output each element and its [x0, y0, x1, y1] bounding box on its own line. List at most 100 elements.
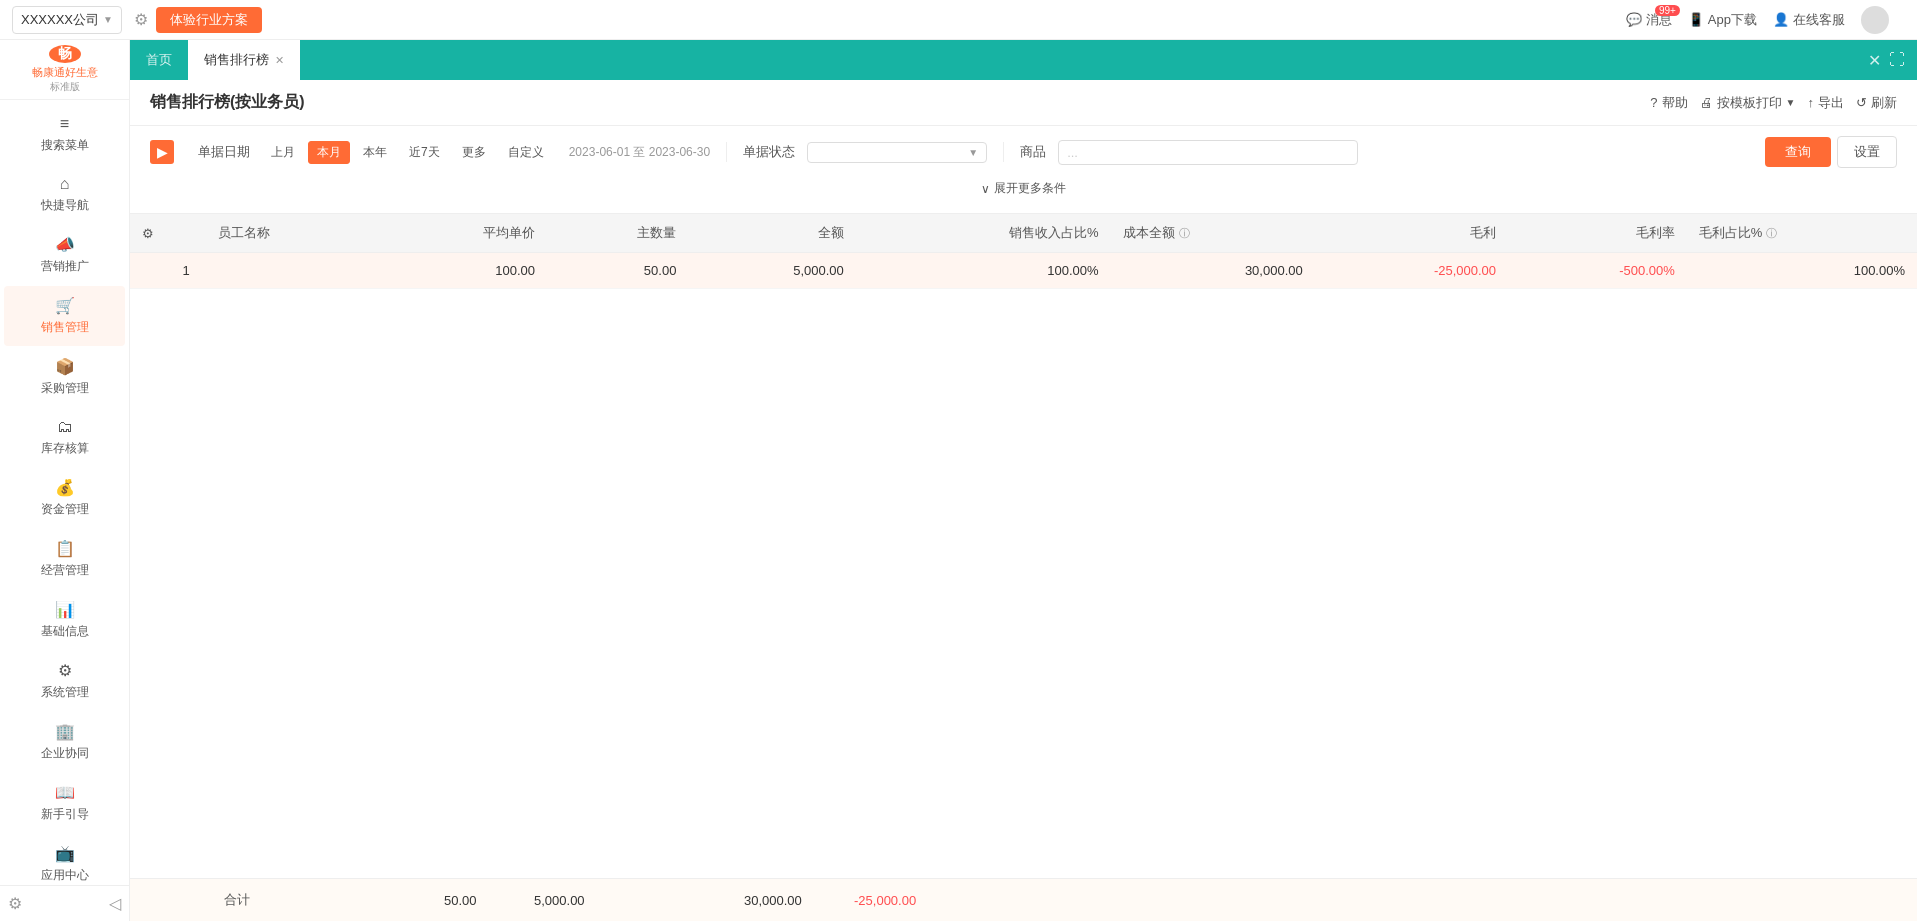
date-pill-current-month[interactable]: 本月	[308, 141, 350, 164]
table-header-row: ⚙ 员工名称 平均单价 主数量 全额 销售收入占比% 成本全额 ⓘ	[130, 214, 1917, 253]
cell-rank: 1	[166, 253, 206, 289]
sidebar-item-quick-nav[interactable]: ⌂ 快捷导航	[4, 165, 125, 224]
sidebar-item-guide[interactable]: 📖 新手引导	[4, 773, 125, 833]
sidebar-item-label: 系统管理	[41, 684, 89, 701]
sidebar-settings-icon[interactable]: ⚙	[8, 894, 22, 913]
col-amount: 全额	[688, 214, 855, 253]
sidebar-item-app-center[interactable]: 📺 应用中心	[4, 834, 125, 885]
operations-icon: 📋	[55, 539, 75, 558]
search-menu-icon: ≡	[60, 115, 69, 133]
sidebar-item-label: 采购管理	[41, 380, 89, 397]
date-pill-current-year[interactable]: 本年	[354, 141, 396, 164]
col-settings[interactable]: ⚙	[130, 214, 166, 253]
cell-sales-ratio: 100.00%	[856, 253, 1111, 289]
avatar[interactable]	[1861, 6, 1889, 34]
footer-gross-ratio-cell	[1042, 896, 1142, 904]
help-button[interactable]: ? 帮助	[1650, 94, 1687, 112]
filter-row-1: ▶ 单据日期 上月 本月 本年 近7天 更多 自定义 2023-06-01 至 …	[150, 136, 1897, 168]
export-label: 导出	[1818, 94, 1844, 112]
sidebar-item-system[interactable]: ⚙ 系统管理	[4, 651, 125, 711]
sidebar-nav: ≡ 搜索菜单 ⌂ 快捷导航 📣 营销推广 🛒 销售管理 📦 采购管理 🗂 库	[0, 100, 129, 885]
sidebar-item-inventory[interactable]: 🗂 库存核算	[4, 408, 125, 467]
window-expand-button[interactable]: ⛶	[1889, 51, 1905, 69]
sidebar-item-sales[interactable]: 🛒 销售管理	[4, 286, 125, 346]
sidebar-item-basic[interactable]: 📊 基础信息	[4, 590, 125, 650]
filter-settings-button[interactable]: 设置	[1837, 136, 1897, 168]
window-close-button[interactable]: ✕	[1868, 51, 1881, 70]
export-button[interactable]: ↑ 导出	[1808, 94, 1845, 112]
trial-button[interactable]: 体验行业方案	[156, 7, 262, 33]
sidebar-item-operations[interactable]: 📋 经营管理	[4, 529, 125, 589]
collapse-toggle-button[interactable]: ▶	[150, 140, 174, 164]
enterprise-icon: 🏢	[55, 722, 75, 741]
expand-more-button[interactable]: ∨ 展开更多条件	[961, 174, 1086, 203]
footer-gross: -25,000.00	[842, 889, 942, 912]
online-service-button[interactable]: 👤 在线客服	[1773, 11, 1845, 29]
gross-ratio-info-icon[interactable]: ⓘ	[1766, 226, 1777, 241]
footer-settings-cell	[142, 896, 172, 904]
cell-quantity: 50.00	[547, 253, 688, 289]
sidebar-item-marketing[interactable]: 📣 营销推广	[4, 225, 125, 285]
refresh-button[interactable]: ↺ 刷新	[1856, 94, 1897, 112]
sidebar-item-label: 基础信息	[41, 623, 89, 640]
table-footer: 合计 50.00 5,000.00 30,000.00 -25,000.00	[130, 878, 1917, 921]
logo-title: 畅康通好生意	[32, 65, 98, 80]
tab-sales-ranking[interactable]: 销售排行榜 ✕	[188, 40, 300, 80]
col-quantity: 主数量	[547, 214, 688, 253]
col-avg-price: 平均单价	[377, 214, 548, 253]
print-label: 按模板打印	[1717, 94, 1782, 112]
sidebar-item-label: 销售管理	[41, 319, 89, 336]
print-button[interactable]: 🖨 按模板打印 ▼	[1700, 94, 1796, 112]
sidebar-item-label: 新手引导	[41, 806, 89, 823]
status-select[interactable]: ▼	[807, 142, 987, 163]
tab-home[interactable]: 首页	[130, 40, 188, 80]
status-chevron-icon: ▼	[968, 147, 978, 158]
date-pills: 上月 本月 本年 近7天 更多 自定义	[262, 141, 553, 164]
expand-more-row: ∨ 展开更多条件	[150, 174, 1897, 203]
sales-icon: 🛒	[55, 296, 75, 315]
cell-gross: -25,000.00	[1315, 253, 1508, 289]
date-pill-last-month[interactable]: 上月	[262, 141, 304, 164]
expand-label: 展开更多条件	[994, 180, 1066, 197]
export-icon: ↑	[1808, 95, 1815, 110]
filter-actions: 查询 设置	[1765, 136, 1897, 168]
status-label: 单据状态	[743, 143, 795, 161]
table-header: ⚙ 员工名称 平均单价 主数量 全额 销售收入占比% 成本全额 ⓘ	[130, 214, 1917, 253]
cell-name	[206, 253, 377, 289]
page-title: 销售排行榜(按业务员)	[150, 92, 305, 125]
goods-placeholder: ...	[1067, 145, 1078, 160]
goods-input[interactable]: ...	[1058, 140, 1358, 165]
sidebar-item-label: 库存核算	[41, 440, 89, 457]
sidebar-item-purchase[interactable]: 📦 采购管理	[4, 347, 125, 407]
tab-close-icon[interactable]: ✕	[275, 54, 284, 67]
footer-gross-rate-cell	[942, 896, 1042, 904]
chevron-down-icon: ▼	[103, 14, 113, 25]
sidebar: 畅 畅康通好生意 标准版 ≡ 搜索菜单 ⌂ 快捷导航 📣 营销推广 🛒 销售管理	[0, 40, 130, 921]
sidebar-item-label: 资金管理	[41, 501, 89, 518]
sidebar-bottom: ⚙ ◁	[0, 885, 129, 921]
footer-amount: 5,000.00	[522, 889, 622, 912]
settings-icon[interactable]: ⚙	[134, 10, 148, 29]
sidebar-item-finance[interactable]: 💰 资金管理	[4, 468, 125, 528]
sidebar-item-search[interactable]: ≡ 搜索菜单	[4, 105, 125, 164]
cell-amount: 5,000.00	[688, 253, 855, 289]
sidebar-item-label: 快捷导航	[41, 197, 89, 214]
message-button[interactable]: 💬 消息 99+	[1626, 11, 1672, 29]
date-pill-7days[interactable]: 近7天	[400, 141, 449, 164]
sidebar-item-enterprise[interactable]: 🏢 企业协同	[4, 712, 125, 772]
query-button[interactable]: 查询	[1765, 137, 1831, 167]
goods-label: 商品	[1020, 143, 1046, 161]
sidebar-item-label: 应用中心	[41, 867, 89, 884]
cost-info-icon[interactable]: ⓘ	[1179, 226, 1190, 241]
message-icon: 💬	[1626, 12, 1642, 27]
app-download-button[interactable]: 📱 App下载	[1688, 11, 1757, 29]
date-pill-more[interactable]: 更多	[453, 141, 495, 164]
app-label: App下载	[1708, 11, 1757, 29]
company-selector[interactable]: XXXXXX公司 ▼	[12, 6, 122, 34]
table-container: ⚙ 员工名称 平均单价 主数量 全额 销售收入占比% 成本全额 ⓘ	[130, 214, 1917, 878]
date-pill-custom[interactable]: 自定义	[499, 141, 553, 164]
sidebar-collapse-icon[interactable]: ◁	[109, 894, 121, 913]
marketing-icon: 📣	[55, 235, 75, 254]
table-row: 1 100.00 50.00 5,000.00 100.00% 30,000.0…	[130, 253, 1917, 289]
footer-cost: 30,000.00	[732, 889, 842, 912]
